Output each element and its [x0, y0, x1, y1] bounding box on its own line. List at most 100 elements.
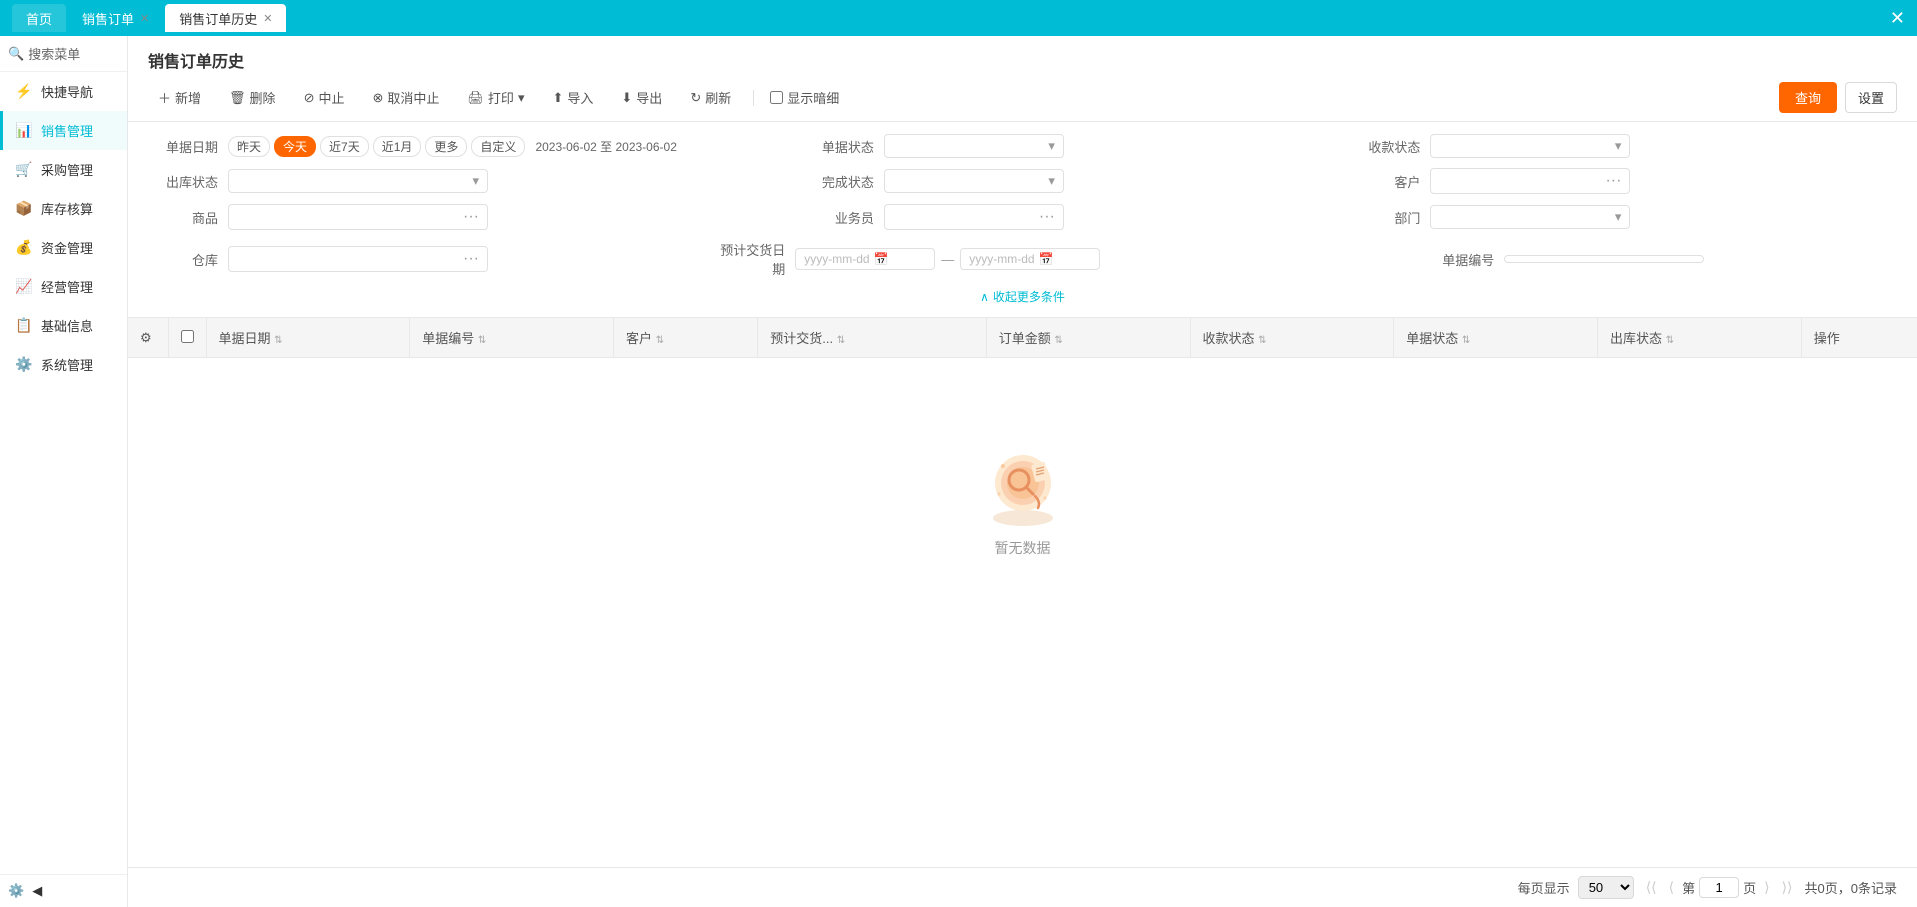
empty-text: 暂无数据 — [995, 538, 1051, 558]
export-icon: ⬇ — [621, 90, 632, 106]
order-status-label: 单据状态 — [804, 137, 884, 156]
th-order-status[interactable]: 单据状态 ⇅ — [1394, 318, 1598, 358]
sort-delivery-status-icon: ⇅ — [1666, 335, 1674, 346]
expected-date-from[interactable]: yyyy-mm-dd 📅 — [795, 248, 935, 270]
prev-page-button[interactable]: ⟨ — [1665, 877, 1678, 898]
close-history-tab-icon[interactable]: ✕ — [263, 12, 272, 25]
filter-row-3: 商品 ··· 业务员 ··· 部门 — [148, 204, 1897, 230]
date-yesterday[interactable]: 昨天 — [228, 136, 270, 157]
delete-button[interactable]: 🗑 删除 — [219, 84, 286, 111]
th-delivery-status[interactable]: 出库状态 ⇅ — [1598, 318, 1802, 358]
sidebar-item-business[interactable]: 📈 经营管理 — [0, 267, 127, 306]
expected-date-to[interactable]: yyyy-mm-dd 📅 — [960, 248, 1100, 270]
window-close-icon[interactable]: ✕ — [1890, 8, 1905, 29]
toolbar: ＋ 新增 🗑 删除 ⊘ 中止 ⊗ 取消中止 🖨 打印 — [148, 82, 1897, 121]
refresh-button[interactable]: ↻ 刷新 — [680, 84, 741, 111]
date-custom[interactable]: 自定义 — [471, 136, 525, 157]
last-page-button[interactable]: ⟩⟩ — [1778, 877, 1797, 898]
calendar-to-icon[interactable]: 📅 — [1039, 252, 1054, 266]
order-no-input[interactable] — [1504, 255, 1704, 263]
display-cols-toggle[interactable]: 显示暗细 — [770, 88, 839, 107]
tab-sales-order-history[interactable]: 销售订单历史 ✕ — [165, 4, 286, 32]
dept-select[interactable]: ▾ — [1430, 205, 1630, 229]
query-button[interactable]: 查询 — [1779, 82, 1837, 113]
date-separator: — — [941, 252, 954, 267]
warehouse-label: 仓库 — [148, 250, 228, 269]
salesperson-dots-icon[interactable]: ··· — [1039, 208, 1055, 226]
import-button[interactable]: ⬆ 导入 — [542, 84, 603, 111]
filter-area: 单据日期 昨天 今天 近7天 近1月 更多 自定义 2023-06-02 至 2… — [128, 122, 1917, 318]
customer-dots-icon[interactable]: ··· — [1605, 172, 1621, 190]
delivery-status-select[interactable]: ▾ — [228, 169, 488, 193]
order-status-select[interactable]: ▾ — [884, 134, 1064, 158]
stop-icon: ⊘ — [304, 90, 315, 106]
complete-status-select[interactable]: ▾ — [884, 169, 1064, 193]
date-1month[interactable]: 近1月 — [373, 136, 422, 157]
cancel-stop-button[interactable]: ⊗ 取消中止 — [362, 84, 449, 111]
sidebar-item-quick-nav[interactable]: ⚡ 快捷导航 — [0, 72, 127, 111]
collapse-button[interactable]: ∧ 收起更多条件 — [148, 288, 1897, 305]
sort-order-no-icon: ⇅ — [478, 335, 486, 346]
warehouse-dots-icon[interactable]: ··· — [463, 250, 479, 268]
sidebar-item-basic-info[interactable]: 📋 基础信息 — [0, 306, 127, 345]
search-menu[interactable]: 🔍 搜索菜单 — [0, 36, 127, 72]
close-sales-order-tab-icon[interactable]: ✕ — [140, 12, 149, 25]
date-today[interactable]: 今天 — [274, 136, 316, 157]
th-operation: 操作 — [1801, 318, 1917, 358]
dept-chevron-icon: ▾ — [1615, 209, 1622, 225]
sidebar: 🔍 搜索菜单 ⚡ 快捷导航 📊 销售管理 🛒 采购管理 📦 库存核算 💰 资金管… — [0, 36, 128, 907]
filter-goods-col: 商品 ··· — [148, 204, 804, 230]
print-button[interactable]: 🖨 打印 ▾ — [457, 84, 534, 111]
export-button[interactable]: ⬇ 导出 — [611, 84, 672, 111]
th-settings[interactable]: ⚙ — [128, 318, 168, 358]
sidebar-item-purchase[interactable]: 🛒 采购管理 — [0, 150, 127, 189]
filter-order-no-col: 单据编号 — [1424, 250, 1897, 269]
search-icon: 🔍 — [8, 46, 24, 62]
th-customer[interactable]: 客户 ⇅ — [614, 318, 758, 358]
display-cols-checkbox[interactable] — [770, 91, 783, 104]
warehouse-input[interactable]: ··· — [228, 246, 488, 272]
th-checkbox[interactable] — [168, 318, 206, 358]
sidebar-item-inventory[interactable]: 📦 库存核算 — [0, 189, 127, 228]
settings-gear-icon[interactable]: ⚙ — [140, 330, 152, 345]
calendar-from-icon[interactable]: 📅 — [874, 252, 889, 266]
top-bar-right: ✕ — [1890, 8, 1905, 29]
date-filter-value: 昨天 今天 近7天 近1月 更多 自定义 2023-06-02 至 2023-0… — [228, 136, 804, 157]
sort-date-icon: ⇅ — [274, 335, 282, 346]
page-input[interactable] — [1699, 877, 1739, 898]
th-expected[interactable]: 预计交货... ⇅ — [758, 318, 987, 358]
th-pay-status[interactable]: 收款状态 ⇅ — [1190, 318, 1394, 358]
th-amount[interactable]: 订单金额 ⇅ — [986, 318, 1190, 358]
first-page-button[interactable]: ⟨⟨ — [1642, 877, 1661, 898]
goods-input[interactable]: ··· — [228, 204, 488, 230]
th-order-no[interactable]: 单据编号 ⇅ — [410, 318, 614, 358]
sidebar-collapse-icon[interactable]: ◀ — [32, 883, 42, 899]
delivery-status-label: 出库状态 — [148, 172, 228, 191]
sidebar-settings-icon[interactable]: ⚙️ — [8, 883, 24, 899]
add-button[interactable]: ＋ 新增 — [148, 84, 211, 111]
date-quick-buttons: 昨天 今天 近7天 近1月 更多 自定义 — [228, 136, 525, 157]
page-label: 页 — [1743, 878, 1756, 897]
customer-input[interactable]: ··· — [1430, 168, 1630, 194]
tab-sales-order[interactable]: 销售订单 ✕ — [68, 4, 163, 32]
sidebar-item-sales[interactable]: 📊 销售管理 — [0, 111, 127, 150]
th-date[interactable]: 单据日期 ⇅ — [206, 318, 410, 358]
pay-status-label: 收款状态 — [1350, 137, 1430, 156]
date-7days[interactable]: 近7天 — [320, 136, 369, 157]
layout: 🔍 搜索菜单 ⚡ 快捷导航 📊 销售管理 🛒 采购管理 📦 库存核算 💰 资金管… — [0, 36, 1917, 907]
date-more[interactable]: 更多 — [425, 136, 467, 157]
table-footer: 每页显示 50 10 20 100 ⟨⟨ ⟨ 第 页 ⟩ ⟩⟩ 共0页，0条记录 — [128, 867, 1917, 907]
sidebar-item-finance[interactable]: 💰 资金管理 — [0, 228, 127, 267]
pay-status-select[interactable]: ▾ — [1430, 134, 1630, 158]
page-size-select[interactable]: 50 10 20 100 — [1578, 876, 1634, 899]
tab-home[interactable]: 首页 — [12, 4, 66, 32]
sidebar-item-system[interactable]: ⚙️ 系统管理 — [0, 345, 127, 384]
goods-dots-icon[interactable]: ··· — [463, 208, 479, 226]
settings-button[interactable]: 设置 — [1845, 82, 1897, 113]
salesperson-input[interactable]: ··· — [884, 204, 1064, 230]
customer-label: 客户 — [1350, 172, 1430, 191]
sales-icon: 📊 — [15, 122, 33, 140]
select-all-checkbox[interactable] — [181, 330, 194, 343]
stop-button[interactable]: ⊘ 中止 — [294, 84, 355, 111]
next-page-button[interactable]: ⟩ — [1760, 877, 1773, 898]
